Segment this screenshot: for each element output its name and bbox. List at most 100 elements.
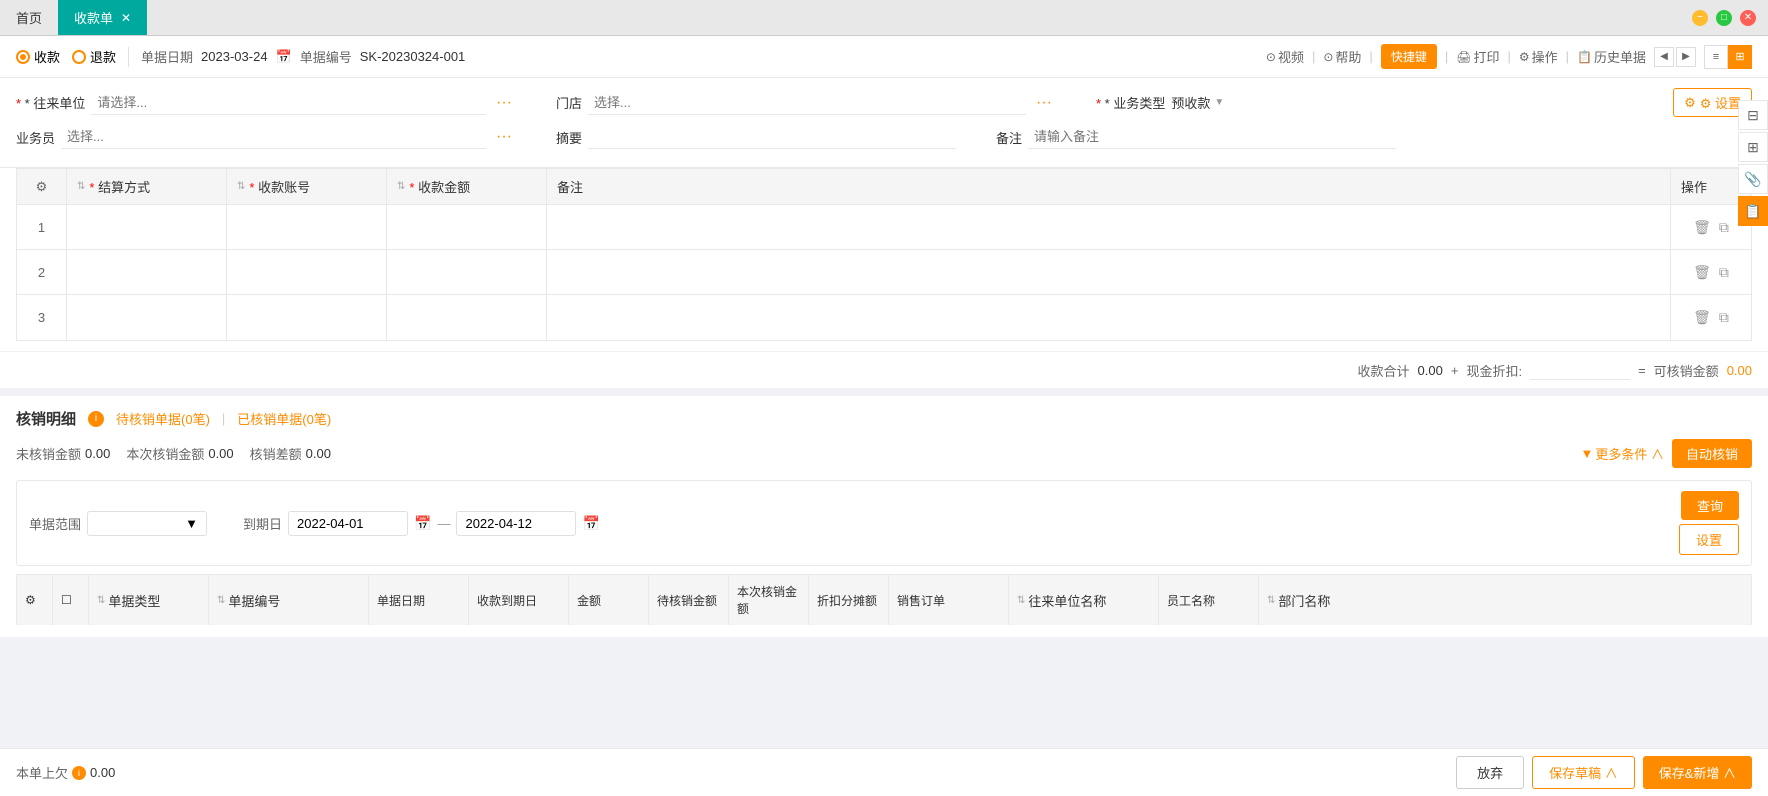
calendar-icon[interactable]: 📅 bbox=[276, 49, 292, 65]
abandon-button[interactable]: 放弃 bbox=[1456, 756, 1524, 789]
store-more-btn[interactable]: ··· bbox=[1032, 94, 1056, 112]
row-2-copy-btn[interactable]: ⧉ bbox=[1719, 264, 1729, 281]
verify-info-icon[interactable]: i bbox=[88, 411, 104, 427]
footer: 本单上欠 i 0.00 放弃 保存草稿 ∧ 保存&新增 ∧ bbox=[0, 748, 1768, 796]
counterpart-input[interactable] bbox=[91, 91, 486, 115]
row-2-account[interactable] bbox=[227, 250, 387, 294]
summary-input[interactable] bbox=[588, 125, 956, 149]
row-3-account[interactable] bbox=[227, 295, 387, 340]
prev-arrow[interactable]: ◀ bbox=[1654, 47, 1674, 67]
current-verify-stat: 本次核销金额 0.00 bbox=[126, 444, 233, 463]
date-from-calendar-icon[interactable]: 📅 bbox=[414, 515, 431, 532]
table-header: ⚙ ⇅ 结算方式 ⇅ 收款账号 ⇅ 收款金额 备注 操作 bbox=[17, 169, 1751, 205]
row-2-amount[interactable] bbox=[387, 250, 547, 294]
tab-bar: 首页 收款单 ✕ − □ ✕ bbox=[0, 0, 1768, 36]
biz-type-select[interactable]: 预收款 ▼ bbox=[1171, 93, 1224, 112]
unverified-stat: 未核销金额 0.00 bbox=[16, 444, 110, 463]
row-2-delete-btn[interactable]: 🗑 bbox=[1693, 264, 1711, 281]
bth-pending-amount: 待核销金额 bbox=[649, 575, 729, 625]
counterpart-more-btn[interactable]: ··· bbox=[492, 94, 516, 112]
date-from-input[interactable] bbox=[288, 511, 408, 536]
help-link[interactable]: ⊙ 帮助 bbox=[1323, 47, 1361, 66]
date-to-input[interactable] bbox=[456, 511, 576, 536]
row-2-remark[interactable] bbox=[547, 250, 1671, 294]
print-link[interactable]: 🖨 打印 bbox=[1456, 47, 1499, 66]
next-arrow[interactable]: ▶ bbox=[1676, 47, 1696, 67]
row-3-copy-btn[interactable]: ⧉ bbox=[1719, 309, 1729, 326]
bth-doc-date: 单据日期 bbox=[369, 575, 469, 625]
date-to-calendar-icon[interactable]: 📅 bbox=[582, 515, 599, 532]
cash-discount-input[interactable] bbox=[1530, 360, 1630, 380]
more-filters-btn[interactable]: ▼ 更多条件 ∧ bbox=[1580, 444, 1664, 463]
radio-receipt[interactable]: 收款 bbox=[16, 47, 60, 66]
row-1-copy-btn[interactable]: ⧉ bbox=[1719, 219, 1729, 236]
pending-tab[interactable]: 待核销单据(0笔) bbox=[116, 409, 210, 428]
footer-info-icon[interactable]: i bbox=[72, 766, 86, 780]
row-1-settlement[interactable] bbox=[67, 205, 227, 249]
row-3-remark[interactable] bbox=[547, 295, 1671, 340]
radio-refund[interactable]: 退款 bbox=[72, 47, 116, 66]
maximize-button[interactable]: □ bbox=[1716, 10, 1732, 26]
table-row: 3 🗑 ⧉ bbox=[17, 295, 1751, 340]
sidebar-table-icon[interactable]: ⊟ bbox=[1738, 100, 1768, 130]
shortcut-button[interactable]: 快捷键 bbox=[1381, 44, 1437, 69]
form-row-1: * 往来单位 ··· 门店 ··· * 业务类型 预收款 ▼ ⚙ ⚙ 设置 bbox=[16, 88, 1752, 117]
row-2-settlement[interactable] bbox=[67, 250, 227, 294]
range-filter: 单据范围 ▼ bbox=[29, 511, 207, 536]
tab-close-icon[interactable]: ✕ bbox=[121, 11, 131, 25]
store-input[interactable] bbox=[588, 91, 1026, 115]
row-1-amount[interactable] bbox=[387, 205, 547, 249]
card-view-btn[interactable]: ⊞ bbox=[1728, 45, 1752, 69]
sidebar-grid-icon[interactable]: ⊞ bbox=[1738, 132, 1768, 162]
row-2-actions: 🗑 ⧉ bbox=[1671, 250, 1751, 294]
filter-settings-button[interactable]: 设置 bbox=[1679, 524, 1739, 555]
bth-discount: 折扣分摊额 bbox=[809, 575, 889, 625]
range-select[interactable]: ▼ bbox=[87, 511, 207, 536]
video-link[interactable]: ⊙ 视频 bbox=[1266, 47, 1304, 66]
close-button[interactable]: ✕ bbox=[1740, 10, 1756, 26]
divider-1 bbox=[128, 47, 129, 67]
row-3-amount[interactable] bbox=[387, 295, 547, 340]
row-num-3: 3 bbox=[17, 295, 67, 340]
due-date-filter: 到期日 📅 — 📅 bbox=[243, 511, 600, 536]
row-1-account[interactable] bbox=[227, 205, 387, 249]
operate-link[interactable]: ⚙ 操作 bbox=[1519, 47, 1558, 66]
bth-dept: ⇅ 部门名称 bbox=[1259, 575, 1359, 625]
tab-home[interactable]: 首页 bbox=[0, 0, 58, 35]
radio-receipt-dot bbox=[16, 50, 30, 64]
staff-input[interactable] bbox=[61, 125, 486, 149]
table-gear-icon[interactable]: ⚙ bbox=[17, 169, 67, 204]
bottom-table-header: ⚙ ☐ ⇅ 单据类型 ⇅ 单据编号 单据日期 收款到期日 金额 待核销金额 本次… bbox=[16, 574, 1752, 625]
th-settlement: ⇅ 结算方式 bbox=[67, 169, 227, 204]
save-draft-button[interactable]: 保存草稿 ∧ bbox=[1532, 756, 1635, 789]
receipt-table: ⚙ ⇅ 结算方式 ⇅ 收款账号 ⇅ 收款金额 备注 操作 1 bbox=[16, 168, 1752, 341]
query-button[interactable]: 查询 bbox=[1681, 491, 1739, 520]
th-account: ⇅ 收款账号 bbox=[227, 169, 387, 204]
verify-title: 核销明细 bbox=[16, 408, 76, 429]
staff-more-btn[interactable]: ··· bbox=[492, 128, 516, 146]
bth-current-amount: 本次核销金额 bbox=[729, 575, 809, 625]
verify-header: 核销明细 i 待核销单据(0笔) | 已核销单据(0笔) bbox=[16, 408, 1752, 429]
row-3-delete-btn[interactable]: 🗑 bbox=[1693, 309, 1711, 326]
auto-verify-button[interactable]: 自动核销 bbox=[1672, 439, 1752, 468]
biz-type-field: * 业务类型 预收款 ▼ bbox=[1096, 93, 1496, 112]
sidebar-attach-icon[interactable]: 📎 bbox=[1738, 164, 1768, 194]
row-3-actions: 🗑 ⧉ bbox=[1671, 295, 1751, 340]
bth-gear[interactable]: ⚙ bbox=[17, 575, 53, 625]
row-1-delete-btn[interactable]: 🗑 bbox=[1693, 219, 1711, 236]
list-view-btn[interactable]: ≡ bbox=[1704, 45, 1728, 69]
history-link[interactable]: 📋 历史单据 bbox=[1577, 47, 1646, 66]
row-1-remark[interactable] bbox=[547, 205, 1671, 249]
table-row: 2 🗑 ⧉ bbox=[17, 250, 1751, 295]
bth-checkbox[interactable]: ☐ bbox=[53, 575, 89, 625]
sidebar-form-icon[interactable]: 📋 bbox=[1738, 196, 1768, 226]
remark-input[interactable] bbox=[1028, 125, 1396, 149]
filter-row: 单据范围 ▼ 到期日 📅 — 📅 查询 设置 bbox=[16, 480, 1752, 566]
tab-receipt[interactable]: 收款单 ✕ bbox=[58, 0, 147, 35]
minimize-button[interactable]: − bbox=[1692, 10, 1708, 26]
summary-bar: 收款合计 0.00 + 现金折扣: = 可核销金额 0.00 bbox=[0, 351, 1768, 388]
done-tab[interactable]: 已核销单据(0笔) bbox=[237, 409, 331, 428]
th-amount: ⇅ 收款金额 bbox=[387, 169, 547, 204]
row-3-settlement[interactable] bbox=[67, 295, 227, 340]
save-new-button[interactable]: 保存&新增 ∧ bbox=[1643, 756, 1752, 789]
